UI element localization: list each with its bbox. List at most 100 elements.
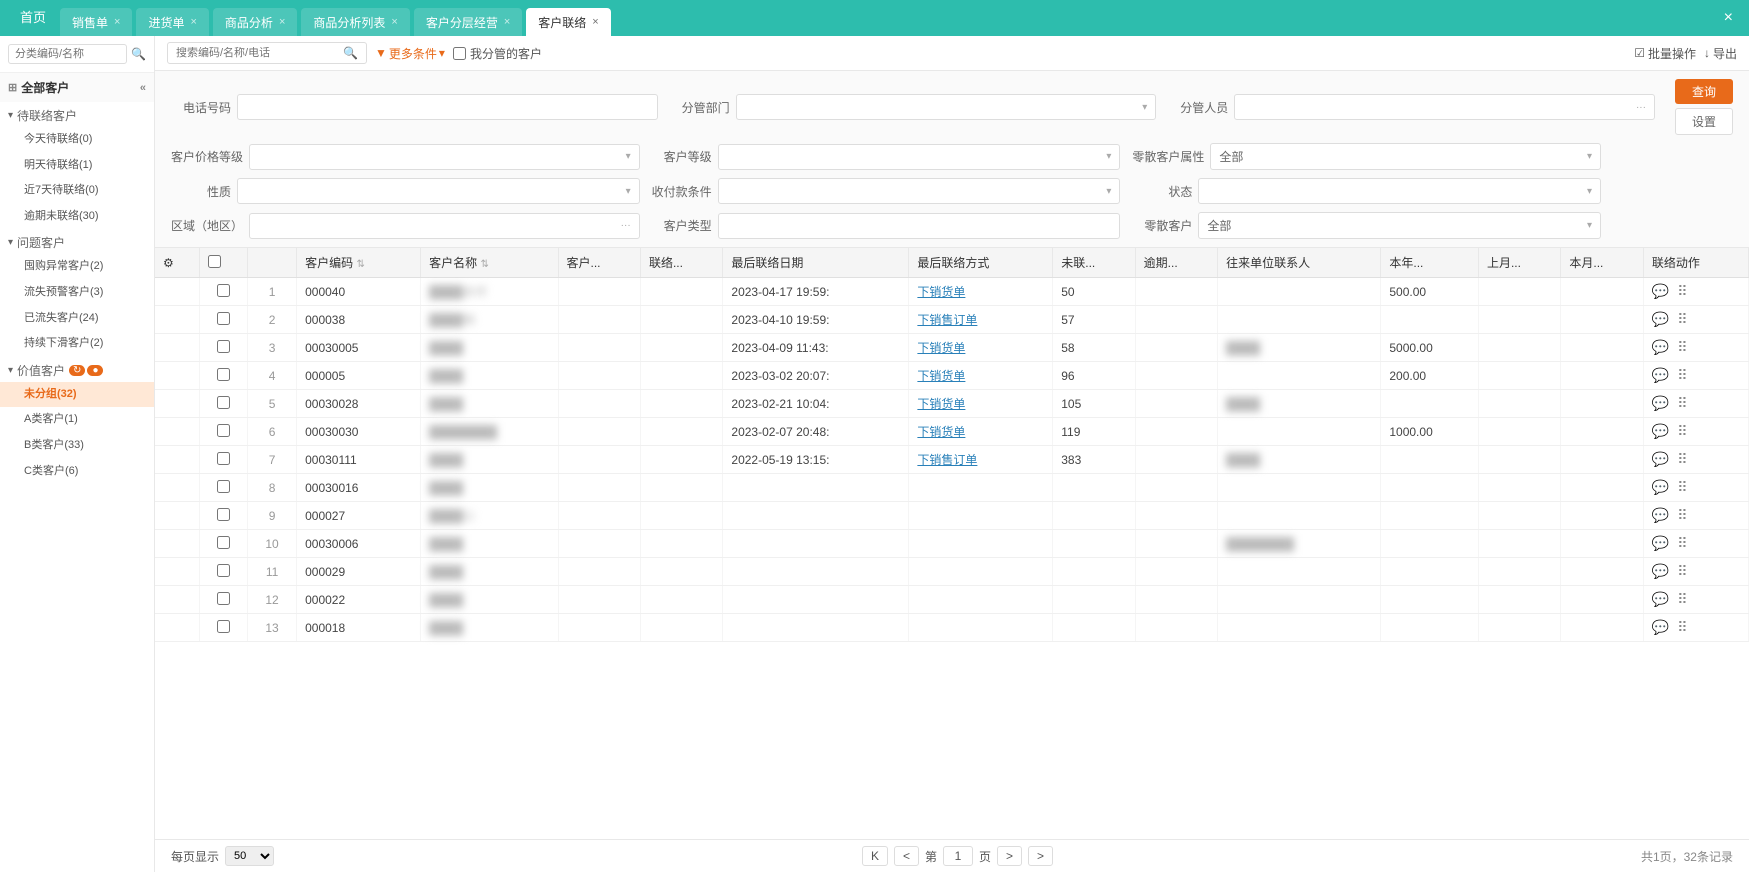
export-button[interactable]: ↓ 导出 [1704, 45, 1737, 62]
settings-col-header[interactable]: ⚙ [155, 248, 199, 278]
manager-select[interactable]: ··· [1234, 94, 1655, 120]
contact-icon-5[interactable]: 💬 [1652, 423, 1669, 440]
sidebar-item-tomorrow-pending[interactable]: 明天待联络(1) [0, 153, 154, 179]
my-customers-checkbox-area[interactable]: 我分管的客户 [453, 45, 542, 62]
checkbox-cell[interactable] [199, 558, 247, 586]
row-checkbox-10[interactable] [217, 564, 230, 577]
payment-select[interactable]: ▾ [718, 178, 1121, 204]
menu-icon-10[interactable]: ⠿ [1677, 563, 1687, 580]
first-page-button[interactable]: K [862, 846, 888, 866]
menu-icon-3[interactable]: ⠿ [1677, 367, 1687, 384]
contact-icon-6[interactable]: 💬 [1652, 451, 1669, 468]
sidebar-item-today-pending[interactable]: 今天待联络(0) [0, 127, 154, 153]
close-tab-prod-analysis[interactable]: × [279, 16, 285, 28]
sidebar-item-unclassified[interactable]: 未分组(32) [0, 382, 154, 408]
last-method-cell[interactable] [909, 558, 1053, 586]
checkbox-cell[interactable] [199, 446, 247, 474]
contact-icon-1[interactable]: 💬 [1652, 311, 1669, 328]
home-tab[interactable]: 首页 [8, 0, 58, 36]
select-all-checkbox[interactable] [208, 255, 221, 268]
contact-icon-0[interactable]: 💬 [1652, 283, 1669, 300]
row-checkbox-7[interactable] [217, 480, 230, 493]
collapse-icon[interactable]: « [140, 82, 146, 94]
sidebar-search-icon[interactable]: 🔍 [131, 47, 146, 61]
search-input[interactable] [176, 47, 339, 59]
contact-icon-7[interactable]: 💬 [1652, 479, 1669, 496]
tab-product-analysis[interactable]: 商品分析 × [213, 8, 297, 36]
price-level-select[interactable]: ▾ [249, 144, 640, 170]
retail-customer-select[interactable]: 全部 ▾ [1198, 212, 1601, 239]
last-method-cell[interactable]: 下销货单 [909, 362, 1053, 390]
menu-icon-4[interactable]: ⠿ [1677, 395, 1687, 412]
contact-icon-11[interactable]: 💬 [1652, 591, 1669, 608]
page-size-select[interactable]: 50 100 200 [225, 846, 274, 866]
close-tab-prod-list[interactable]: × [391, 16, 397, 28]
last-method-link[interactable]: 下销货单 [917, 425, 965, 439]
row-checkbox-0[interactable] [217, 284, 230, 297]
row-checkbox-6[interactable] [217, 452, 230, 465]
sidebar-item-class-c[interactable]: C类客户(6) [0, 459, 154, 485]
close-tab-sales[interactable]: × [114, 16, 120, 28]
checkbox-col-header[interactable] [199, 248, 247, 278]
pending-contact-group[interactable]: ▾ 待联络客户 [0, 102, 154, 127]
contact-icon-8[interactable]: 💬 [1652, 507, 1669, 524]
close-tab-purchase[interactable]: × [190, 16, 196, 28]
phone-input[interactable] [237, 94, 658, 120]
checkbox-cell[interactable] [199, 278, 247, 306]
all-customers-header[interactable]: ⊞ 全部客户 « [0, 73, 154, 102]
tab-sales-order[interactable]: 销售单 × [60, 8, 132, 36]
sidebar-item-abnormal[interactable]: 囤购异常客户(2) [0, 254, 154, 280]
my-customers-checkbox[interactable] [453, 47, 466, 60]
reset-button[interactable]: 设置 [1675, 108, 1733, 135]
row-checkbox-1[interactable] [217, 312, 230, 325]
nav-close-button[interactable]: × [1716, 9, 1741, 27]
row-checkbox-11[interactable] [217, 592, 230, 605]
contact-icon-3[interactable]: 💬 [1652, 367, 1669, 384]
contact-icon-4[interactable]: 💬 [1652, 395, 1669, 412]
last-method-cell[interactable] [909, 530, 1053, 558]
customer-level-select[interactable]: ▾ [718, 144, 1121, 170]
last-method-link[interactable]: 下销货单 [917, 341, 965, 355]
checkbox-cell[interactable] [199, 586, 247, 614]
last-method-link[interactable]: 下销货单 [917, 285, 965, 299]
last-method-cell[interactable] [909, 586, 1053, 614]
value-customers-group[interactable]: ▾ 价值客户 ↻ ● [0, 357, 154, 382]
menu-icon-9[interactable]: ⠿ [1677, 535, 1687, 552]
sidebar-search-input[interactable] [8, 44, 127, 64]
contact-icon-12[interactable]: 💬 [1652, 619, 1669, 636]
checkbox-cell[interactable] [199, 502, 247, 530]
retail-attr-select[interactable]: 全部 ▾ [1210, 143, 1601, 170]
tab-product-analysis-list[interactable]: 商品分析列表 × [301, 8, 409, 36]
checkbox-cell[interactable] [199, 390, 247, 418]
current-page[interactable]: 1 [943, 846, 973, 866]
query-button[interactable]: 查询 [1675, 79, 1733, 104]
row-checkbox-9[interactable] [217, 536, 230, 549]
close-tab-contact[interactable]: × [592, 16, 598, 28]
sidebar-item-class-b[interactable]: B类客户(33) [0, 433, 154, 459]
last-method-link[interactable]: 下销货单 [917, 397, 965, 411]
gender-select[interactable]: ▾ [237, 178, 640, 204]
sidebar-item-churn-warning[interactable]: 流失预警客户(3) [0, 280, 154, 306]
last-method-cell[interactable]: 下销货单 [909, 390, 1053, 418]
tab-customer-segmentation[interactable]: 客户分层经营 × [414, 8, 522, 36]
row-checkbox-12[interactable] [217, 620, 230, 633]
more-filters-button[interactable]: ▼ 更多条件 ▾ [375, 45, 445, 62]
status-select[interactable]: ▾ [1198, 178, 1601, 204]
checkbox-cell[interactable] [199, 614, 247, 642]
dept-select[interactable]: ▾ [736, 94, 1157, 120]
name-col-header[interactable]: 客户名称 ⇅ [421, 248, 558, 278]
contact-icon-9[interactable]: 💬 [1652, 535, 1669, 552]
last-method-link[interactable]: 下销货单 [917, 369, 965, 383]
checkbox-cell[interactable] [199, 530, 247, 558]
last-method-cell[interactable]: 下销货单 [909, 418, 1053, 446]
last-method-cell[interactable] [909, 614, 1053, 642]
contact-icon-2[interactable]: 💬 [1652, 339, 1669, 356]
batch-ops-button[interactable]: ☑ 批量操作 [1634, 45, 1696, 62]
menu-icon-12[interactable]: ⠿ [1677, 619, 1687, 636]
last-method-cell[interactable]: 下销售订单 [909, 306, 1053, 334]
prev-page-button[interactable]: < [894, 846, 919, 866]
menu-icon-6[interactable]: ⠿ [1677, 451, 1687, 468]
checkbox-cell[interactable] [199, 362, 247, 390]
tab-purchase-order[interactable]: 进货单 × [136, 8, 208, 36]
last-method-cell[interactable]: 下销售订单 [909, 446, 1053, 474]
